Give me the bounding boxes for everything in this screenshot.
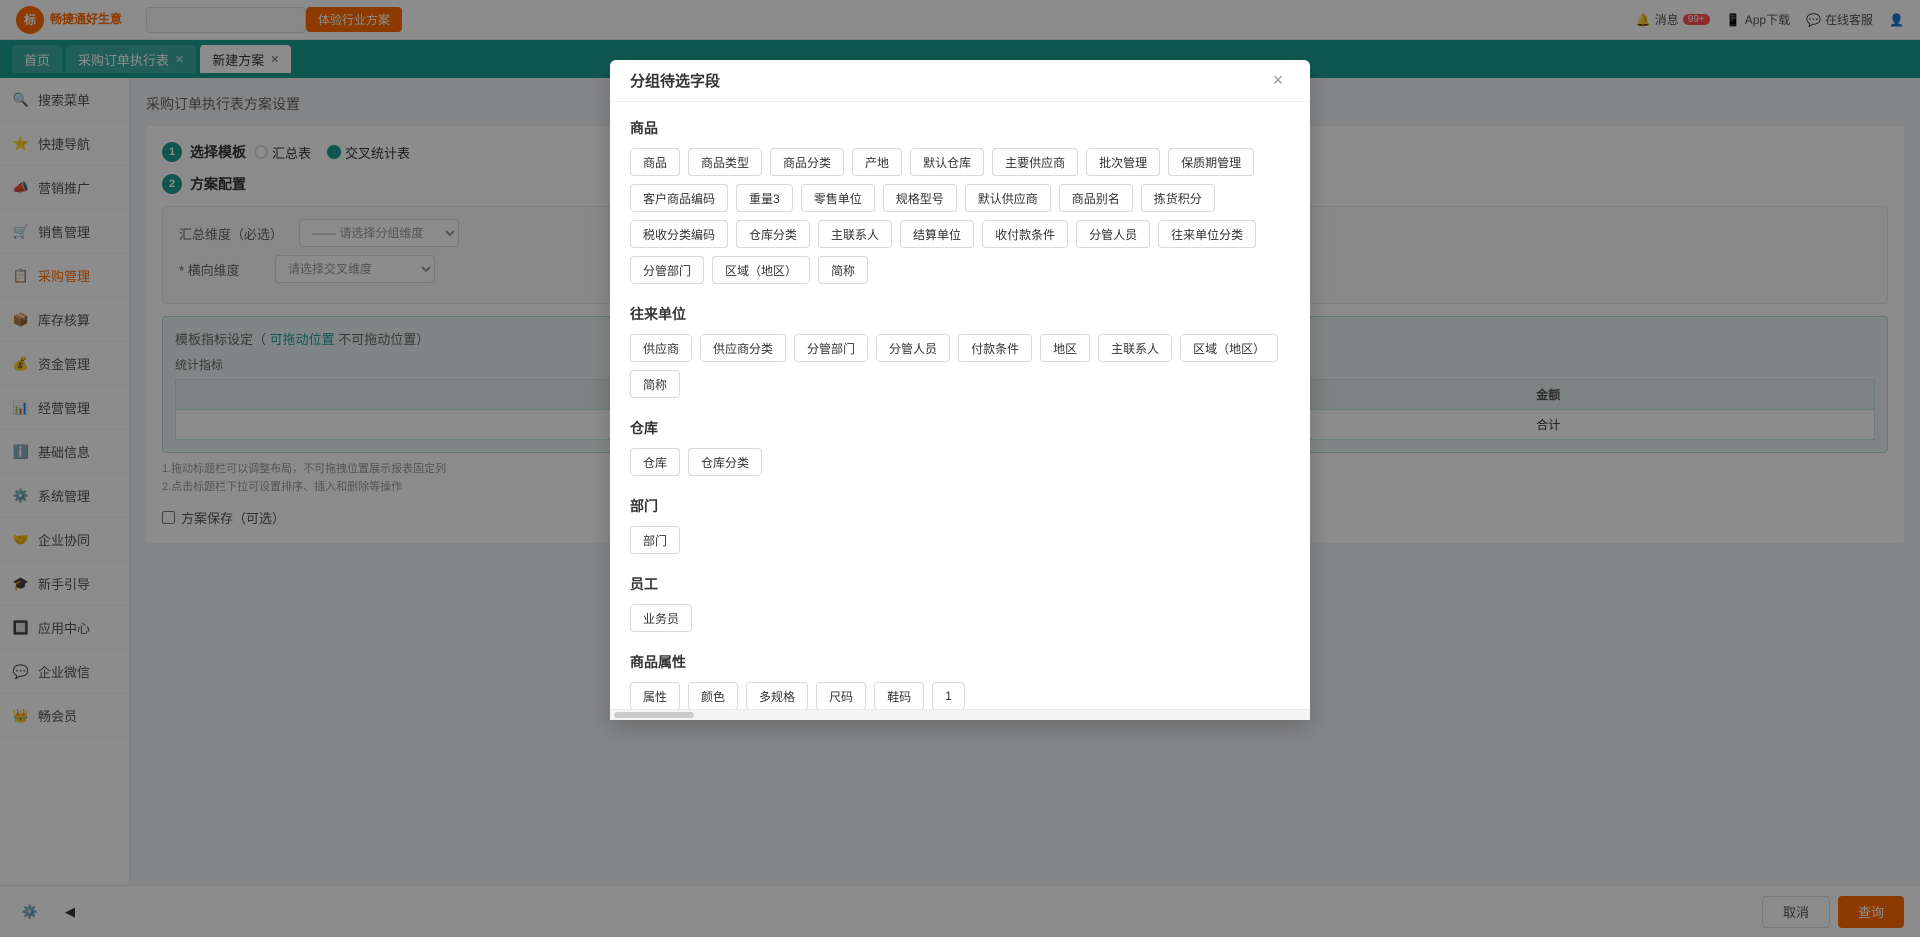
field-tag[interactable]: 规格型号 bbox=[883, 184, 957, 212]
field-tag[interactable]: 分管人员 bbox=[1076, 220, 1150, 248]
field-tag[interactable]: 部门 bbox=[630, 526, 680, 554]
field-tag[interactable]: 颜色 bbox=[688, 682, 738, 709]
field-tag[interactable]: 商品类型 bbox=[688, 148, 762, 176]
field-group-title: 员工 bbox=[630, 574, 1290, 594]
field-tags: 仓库仓库分类 bbox=[630, 448, 1290, 476]
field-tags: 业务员 bbox=[630, 604, 1290, 632]
field-group-部门: 部门部门 bbox=[630, 496, 1290, 554]
field-tag[interactable]: 付款条件 bbox=[958, 334, 1032, 362]
field-tag[interactable]: 供应商 bbox=[630, 334, 692, 362]
field-tag[interactable]: 简称 bbox=[818, 256, 868, 284]
modal-body: 商品商品商品类型商品分类产地默认仓库主要供应商批次管理保质期管理客户商品编码重量… bbox=[610, 102, 1310, 709]
modal-scrollbar-x[interactable] bbox=[610, 709, 1310, 720]
field-tags: 商品商品类型商品分类产地默认仓库主要供应商批次管理保质期管理客户商品编码重量3 零… bbox=[630, 148, 1290, 284]
field-tag[interactable]: 业务员 bbox=[630, 604, 692, 632]
field-tag[interactable]: 往来单位分类 bbox=[1158, 220, 1256, 248]
field-tag[interactable]: 收付款条件 bbox=[982, 220, 1068, 248]
field-tag[interactable]: 供应商分类 bbox=[700, 334, 786, 362]
field-tag[interactable]: 仓库 bbox=[630, 448, 680, 476]
field-tag[interactable]: 结算单位 bbox=[900, 220, 974, 248]
field-group-商品属性: 商品属性属性颜色多规格尺码鞋码 1 bbox=[630, 652, 1290, 709]
modal-overlay: 分组待选字段 × 商品商品商品类型商品分类产地默认仓库主要供应商批次管理保质期管… bbox=[0, 0, 1920, 937]
field-group-title: 仓库 bbox=[630, 418, 1290, 438]
field-group-员工: 员工业务员 bbox=[630, 574, 1290, 632]
field-tag[interactable]: 仓库分类 bbox=[688, 448, 762, 476]
field-tag[interactable]: 零售单位 bbox=[801, 184, 875, 212]
field-tag[interactable]: 商品别名 bbox=[1059, 184, 1133, 212]
field-tag[interactable]: 简称 bbox=[630, 370, 680, 398]
field-tags: 供应商供应商分类分管部门分管人员付款条件地区主联系人区域（地区） 简称 bbox=[630, 334, 1290, 398]
field-tag[interactable]: 主联系人 bbox=[1098, 334, 1172, 362]
field-tag[interactable]: 区域（地区） bbox=[1180, 334, 1278, 362]
field-tag[interactable]: 主联系人 bbox=[818, 220, 892, 248]
field-tag[interactable]: 1 bbox=[932, 682, 965, 709]
field-tag[interactable]: 重量3 bbox=[736, 184, 793, 212]
field-tag[interactable]: 客户商品编码 bbox=[630, 184, 728, 212]
field-group-title: 商品属性 bbox=[630, 652, 1290, 672]
field-tag[interactable]: 税收分类编码 bbox=[630, 220, 728, 248]
field-tag[interactable]: 地区 bbox=[1040, 334, 1090, 362]
field-group-往来单位: 往来单位供应商供应商分类分管部门分管人员付款条件地区主联系人区域（地区） 简称 bbox=[630, 304, 1290, 398]
field-tag[interactable]: 区域（地区） bbox=[712, 256, 810, 284]
field-tag[interactable]: 默认供应商 bbox=[965, 184, 1051, 212]
field-tag[interactable]: 商品 bbox=[630, 148, 680, 176]
modal-close-button[interactable]: × bbox=[1266, 69, 1290, 93]
field-tag[interactable]: 鞋码 bbox=[874, 682, 924, 709]
field-group-仓库: 仓库仓库仓库分类 bbox=[630, 418, 1290, 476]
field-tag[interactable]: 属性 bbox=[630, 682, 680, 709]
field-group-title: 部门 bbox=[630, 496, 1290, 516]
field-tag[interactable]: 分管部门 bbox=[794, 334, 868, 362]
field-tags: 部门 bbox=[630, 526, 1290, 554]
field-tag[interactable]: 产地 bbox=[852, 148, 902, 176]
field-tag[interactable]: 分管人员 bbox=[876, 334, 950, 362]
field-group-title: 往来单位 bbox=[630, 304, 1290, 324]
modal: 分组待选字段 × 商品商品商品类型商品分类产地默认仓库主要供应商批次管理保质期管… bbox=[610, 60, 1310, 720]
field-tag[interactable]: 主要供应商 bbox=[992, 148, 1078, 176]
modal-header: 分组待选字段 × bbox=[610, 60, 1310, 102]
field-tags: 属性颜色多规格尺码鞋码 1 bbox=[630, 682, 1290, 709]
field-tag[interactable]: 拣货积分 bbox=[1141, 184, 1215, 212]
field-group-商品: 商品商品商品类型商品分类产地默认仓库主要供应商批次管理保质期管理客户商品编码重量… bbox=[630, 118, 1290, 284]
field-tag[interactable]: 商品分类 bbox=[770, 148, 844, 176]
field-tag[interactable]: 仓库分类 bbox=[736, 220, 810, 248]
field-tag[interactable]: 批次管理 bbox=[1086, 148, 1160, 176]
field-tag[interactable]: 默认仓库 bbox=[910, 148, 984, 176]
field-group-title: 商品 bbox=[630, 118, 1290, 138]
scrollbar-thumb-x bbox=[614, 712, 694, 718]
field-tag[interactable]: 尺码 bbox=[816, 682, 866, 709]
field-tag[interactable]: 保质期管理 bbox=[1168, 148, 1254, 176]
modal-title: 分组待选字段 bbox=[630, 70, 720, 91]
field-tag[interactable]: 多规格 bbox=[746, 682, 808, 709]
field-tag[interactable]: 分管部门 bbox=[630, 256, 704, 284]
